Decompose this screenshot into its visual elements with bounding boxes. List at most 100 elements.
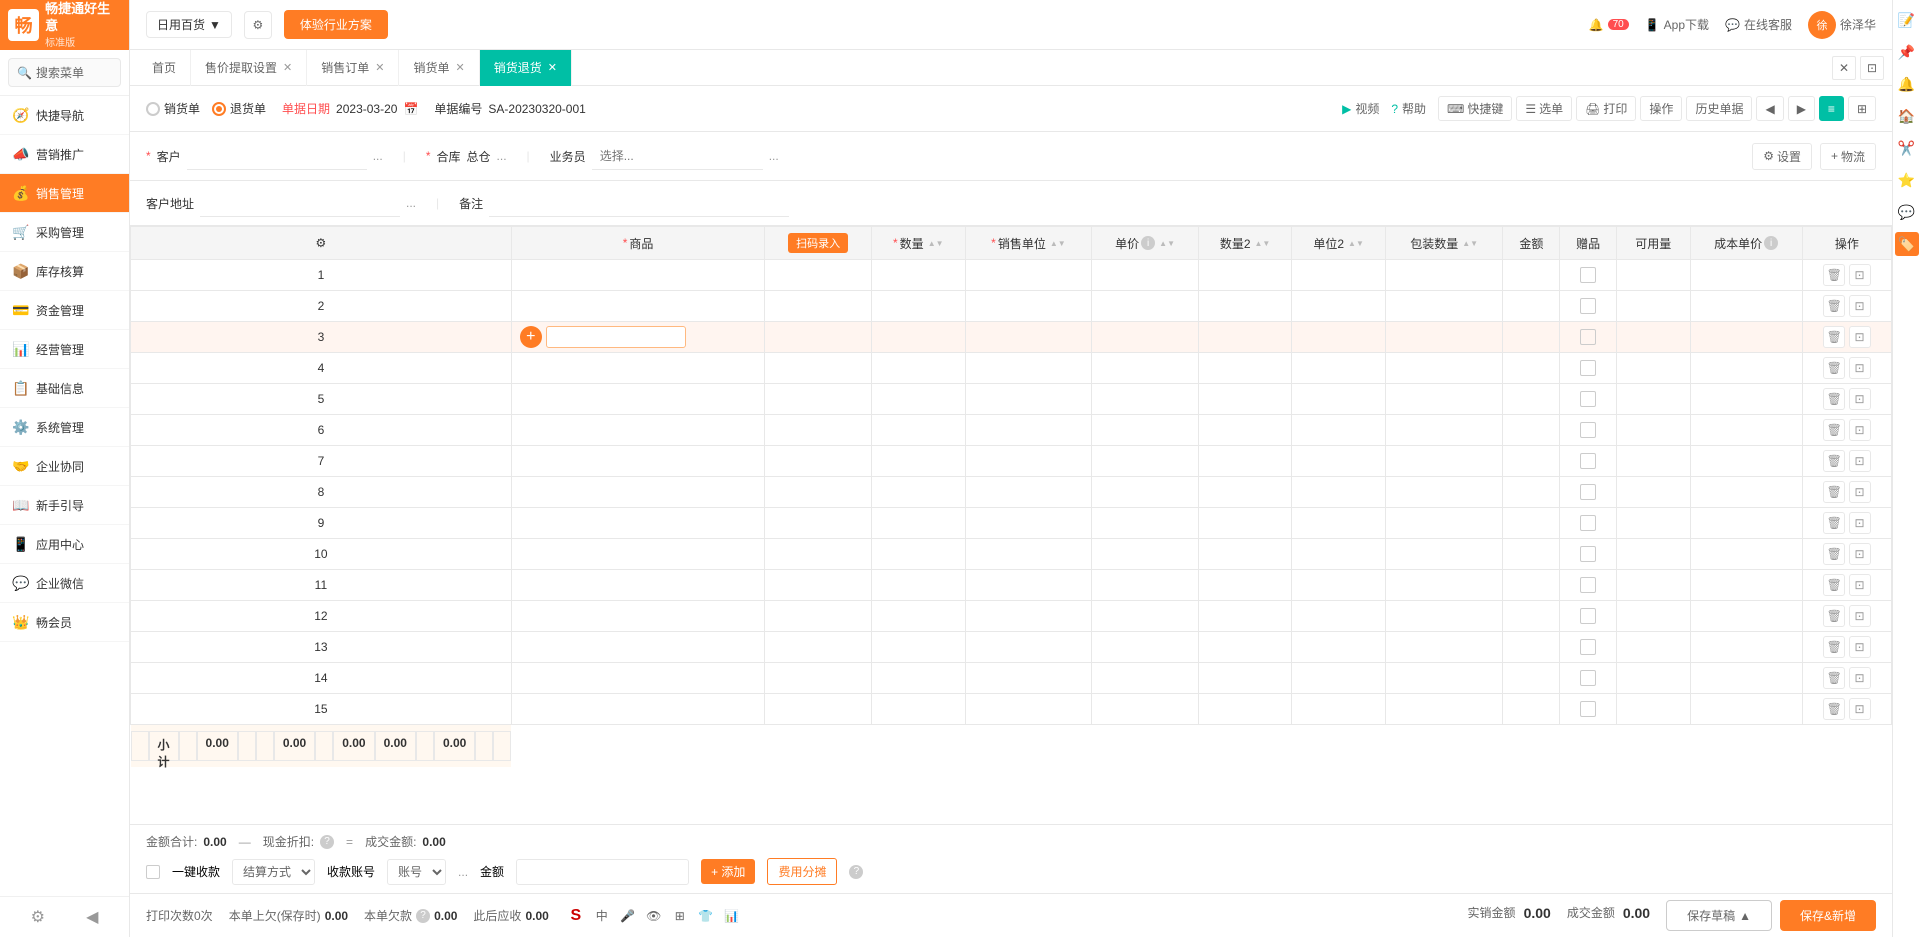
row-amount-1[interactable] xyxy=(1503,260,1560,291)
notification-bell[interactable]: 🔔 70 xyxy=(1589,18,1629,32)
gift-checkbox-5[interactable] xyxy=(1580,391,1596,407)
row-delete-btn-11[interactable]: 🗑 xyxy=(1823,574,1845,596)
row-pkg-3[interactable] xyxy=(1385,322,1503,353)
row-cost-4[interactable] xyxy=(1690,353,1802,384)
tab-close-price-setting[interactable]: ✕ xyxy=(283,61,292,74)
row-amount-14[interactable] xyxy=(1503,663,1560,694)
row-qty2-7[interactable] xyxy=(1198,446,1292,477)
row-copy-btn-13[interactable]: ⊡ xyxy=(1849,636,1871,658)
print-btn[interactable]: 🖨 打印 xyxy=(1576,96,1636,121)
split-button[interactable]: 费用分摊 xyxy=(767,858,837,885)
row-copy-btn-7[interactable]: ⊡ xyxy=(1849,450,1871,472)
tab-price-setting[interactable]: 售价提取设置✕ xyxy=(191,50,307,86)
gift-checkbox-13[interactable] xyxy=(1580,639,1596,655)
sidebar-item-wechat[interactable]: 💬 企业微信 xyxy=(0,564,129,603)
row-qty2-1[interactable] xyxy=(1198,260,1292,291)
row-unit2-4[interactable] xyxy=(1292,353,1386,384)
category-select[interactable]: 日用百货 ▼ xyxy=(146,11,232,38)
radio-return[interactable]: 退货单 xyxy=(212,100,266,117)
row-qty2-5[interactable] xyxy=(1198,384,1292,415)
row-qty2-12[interactable] xyxy=(1198,601,1292,632)
row-delete-btn-2[interactable]: 🗑 xyxy=(1823,295,1845,317)
video-action-btn[interactable]: ▶ 视频 xyxy=(1342,100,1379,117)
row-qty-9[interactable] xyxy=(872,508,966,539)
right-icon-chat[interactable]: 💬 xyxy=(1895,200,1919,224)
tool-tshirt-icon[interactable]: 👕 xyxy=(695,905,717,927)
row-price-12[interactable] xyxy=(1092,601,1198,632)
settings-side-btn[interactable]: ⚙ 设置 xyxy=(1752,143,1812,170)
gift-checkbox-1[interactable] xyxy=(1580,267,1596,283)
close-tab-button[interactable]: ✕ xyxy=(1832,56,1856,80)
row-qty-2[interactable] xyxy=(872,291,966,322)
row-cost-7[interactable] xyxy=(1690,446,1802,477)
row-unit-10[interactable] xyxy=(965,539,1092,570)
row-copy-btn-5[interactable]: ⊡ xyxy=(1849,388,1871,410)
row-product-8[interactable] xyxy=(511,477,765,508)
row-amount-13[interactable] xyxy=(1503,632,1560,663)
row-cost-11[interactable] xyxy=(1690,570,1802,601)
row-unit-4[interactable] xyxy=(965,353,1092,384)
gift-checkbox-4[interactable] xyxy=(1580,360,1596,376)
row-unit2-11[interactable] xyxy=(1292,570,1386,601)
row-copy-btn-2[interactable]: ⊡ xyxy=(1849,295,1871,317)
sidebar-item-operations[interactable]: 📊 经营管理 xyxy=(0,330,129,369)
row-qty-12[interactable] xyxy=(872,601,966,632)
row-copy-btn-14[interactable]: ⊡ xyxy=(1849,667,1871,689)
row-qty2-6[interactable] xyxy=(1198,415,1292,446)
row-available-11[interactable] xyxy=(1617,570,1690,601)
cost-info-icon[interactable]: i xyxy=(1764,236,1778,250)
row-price-1[interactable] xyxy=(1092,260,1198,291)
row-delete-btn-14[interactable]: 🗑 xyxy=(1823,667,1845,689)
gift-checkbox-11[interactable] xyxy=(1580,577,1596,593)
row-price-14[interactable] xyxy=(1092,663,1198,694)
row-unit2-6[interactable] xyxy=(1292,415,1386,446)
tool-table-icon[interactable]: ⊞ xyxy=(669,905,691,927)
add-fee-button[interactable]: + 添加 xyxy=(701,859,755,884)
gift-checkbox-14[interactable] xyxy=(1580,670,1596,686)
row-price-10[interactable] xyxy=(1092,539,1198,570)
product-input-3[interactable] xyxy=(546,326,686,348)
calc-method-select[interactable]: 结算方式 xyxy=(232,859,315,885)
row-unit-13[interactable] xyxy=(965,632,1092,663)
row-amount-15[interactable] xyxy=(1503,694,1560,725)
row-copy-btn-10[interactable]: ⊡ xyxy=(1849,543,1871,565)
topbar-settings-button[interactable]: ⚙ xyxy=(244,11,272,39)
row-amount-8[interactable] xyxy=(1503,477,1560,508)
next-record-btn[interactable]: ▶ xyxy=(1788,96,1815,121)
app-download-link[interactable]: 📱 App下载 xyxy=(1645,16,1709,33)
scan-button[interactable]: 扫码录入 xyxy=(788,233,848,253)
row-cost-6[interactable] xyxy=(1690,415,1802,446)
tool-mic-icon[interactable]: 🎤 xyxy=(617,905,639,927)
row-delete-btn-4[interactable]: 🗑 xyxy=(1823,357,1845,379)
row-unit2-13[interactable] xyxy=(1292,632,1386,663)
row-available-2[interactable] xyxy=(1617,291,1690,322)
row-qty-11[interactable] xyxy=(872,570,966,601)
row-product-5[interactable] xyxy=(511,384,765,415)
sidebar-item-sales-mgmt[interactable]: 💰 销售管理 xyxy=(0,174,129,213)
sidebar-item-finance[interactable]: 💳 资金管理 xyxy=(0,291,129,330)
warehouse-dots[interactable]: ... xyxy=(497,149,507,163)
gift-checkbox-8[interactable] xyxy=(1580,484,1596,500)
row-amount-9[interactable] xyxy=(1503,508,1560,539)
row-delete-btn-13[interactable]: 🗑 xyxy=(1823,636,1845,658)
row-qty-13[interactable] xyxy=(872,632,966,663)
row-product-4[interactable] xyxy=(511,353,765,384)
sidebar-collapse-icon[interactable]: ◀ xyxy=(86,907,98,927)
right-icon-active[interactable]: 🏷️ xyxy=(1895,232,1919,256)
row-price-8[interactable] xyxy=(1092,477,1198,508)
row-unit-6[interactable] xyxy=(965,415,1092,446)
row-copy-btn-6[interactable]: ⊡ xyxy=(1849,419,1871,441)
row-unit-3[interactable] xyxy=(965,322,1092,353)
row-copy-btn-15[interactable]: ⊡ xyxy=(1849,698,1871,720)
row-product-10[interactable] xyxy=(511,539,765,570)
row-product-6[interactable] xyxy=(511,415,765,446)
row-cost-14[interactable] xyxy=(1690,663,1802,694)
gift-checkbox-3[interactable] xyxy=(1580,329,1596,345)
account-select[interactable]: 账号 xyxy=(387,859,446,885)
staff-input[interactable] xyxy=(592,142,763,170)
row-unit2-7[interactable] xyxy=(1292,446,1386,477)
row-unit2-8[interactable] xyxy=(1292,477,1386,508)
sidebar-item-vip[interactable]: 👑 畅会员 xyxy=(0,603,129,642)
address-dots[interactable]: ... xyxy=(406,196,416,210)
row-product-14[interactable] xyxy=(511,663,765,694)
